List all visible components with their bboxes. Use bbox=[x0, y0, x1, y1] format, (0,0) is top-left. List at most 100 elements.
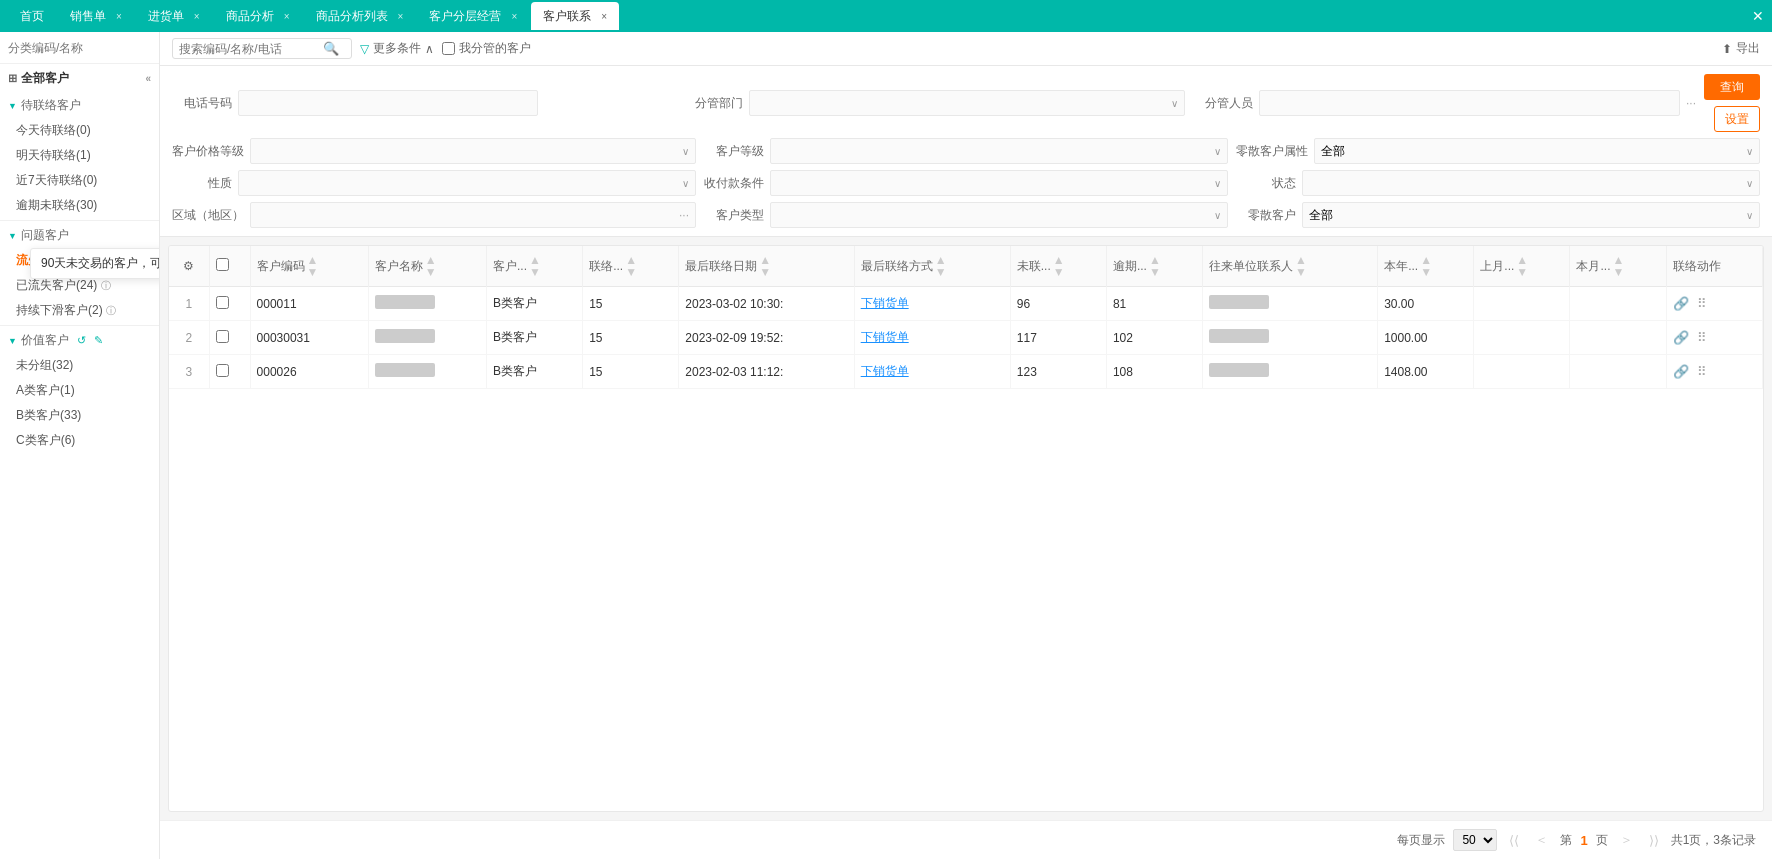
nav-tab-customer-contact[interactable]: 客户联系 × bbox=[531, 2, 619, 30]
row-2-overdue: 102 bbox=[1106, 321, 1202, 355]
row-3-lastmethod[interactable]: 下销货单 bbox=[854, 355, 1010, 389]
row-3-actions: 🔗 ⠿ bbox=[1666, 355, 1762, 389]
nav-home[interactable]: 首页 bbox=[8, 8, 56, 25]
sort-unlinkd-icon[interactable]: ▲▼ bbox=[1053, 254, 1065, 278]
sidebar-item-class-c[interactable]: C类客户(6) bbox=[0, 428, 159, 453]
person-select[interactable] bbox=[1259, 90, 1680, 116]
my-customers-checkbox-label[interactable]: 我分管的客户 bbox=[442, 40, 531, 57]
sidebar-all-customers[interactable]: ⊞ 全部客户 « bbox=[0, 64, 159, 93]
sidebar-group-value[interactable]: ▼ 价值客户 ↺ ✎ bbox=[0, 328, 159, 353]
query-button[interactable]: 查询 bbox=[1704, 74, 1760, 100]
row-2-more-icon[interactable]: ⠿ bbox=[1697, 330, 1707, 345]
export-btn[interactable]: ⬆ 导出 bbox=[1722, 40, 1760, 57]
row-1-action-icons: 🔗 ⠿ bbox=[1673, 296, 1756, 311]
sort-cp-icon[interactable]: ▲▼ bbox=[1295, 254, 1307, 278]
main-search-input[interactable] bbox=[179, 42, 319, 56]
sidebar-collapse-icon[interactable]: « bbox=[145, 73, 151, 84]
select-all-checkbox[interactable] bbox=[216, 258, 229, 271]
payment-select[interactable]: ∨ bbox=[770, 170, 1228, 196]
sidebar-item-class-b[interactable]: B类客户(33) bbox=[0, 403, 159, 428]
row-1-link-icon[interactable]: 🔗 bbox=[1673, 296, 1689, 311]
page-next-btn[interactable]: ＞ bbox=[1616, 829, 1637, 851]
payment-label: 收付款条件 bbox=[704, 175, 764, 192]
sidebar-item-class-a[interactable]: A类客户(1) bbox=[0, 378, 159, 403]
page-size-select[interactable]: 50 bbox=[1453, 829, 1497, 851]
nav-tab-analysis[interactable]: 商品分析 × bbox=[214, 2, 302, 30]
person-more-icon[interactable]: ··· bbox=[1686, 96, 1696, 110]
row-3-lastmonth bbox=[1474, 355, 1570, 389]
sidebar-item-overdue[interactable]: 逾期未联络(30) bbox=[0, 193, 159, 218]
row-1-more-icon[interactable]: ⠿ bbox=[1697, 296, 1707, 311]
nav-tab-sales[interactable]: 销售单 × bbox=[58, 2, 134, 30]
dept-select[interactable]: ∨ bbox=[749, 90, 1186, 116]
sort-thisyear-icon[interactable]: ▲▼ bbox=[1420, 254, 1432, 278]
checkbox-column bbox=[209, 246, 250, 287]
sidebar-group-problem[interactable]: ▼ 问题客户 90天未交易的客户，可能有流失风险。 bbox=[0, 223, 159, 248]
refresh-icon[interactable]: ↺ bbox=[77, 334, 86, 347]
nav-tab-purchase[interactable]: 进货单 × bbox=[136, 2, 212, 30]
zero-customer-select[interactable]: 全部 ∨ bbox=[1302, 202, 1760, 228]
row-3-link-icon[interactable]: 🔗 bbox=[1673, 364, 1689, 379]
close-tab-customer-layer[interactable]: × bbox=[511, 11, 517, 22]
gear-column[interactable]: ⚙ bbox=[169, 246, 209, 287]
row-2-link-icon[interactable]: 🔗 bbox=[1673, 330, 1689, 345]
sidebar-search-input[interactable] bbox=[8, 41, 158, 55]
sort-name-icon[interactable]: ▲▼ bbox=[425, 254, 437, 278]
sort-contact-icon[interactable]: ▲▼ bbox=[625, 254, 637, 278]
close-app-button[interactable]: ✕ bbox=[1752, 8, 1764, 24]
row-1-lastmethod[interactable]: 下销货单 bbox=[854, 287, 1010, 321]
row-3-more-icon[interactable]: ⠿ bbox=[1697, 364, 1707, 379]
status-select[interactable]: ∨ bbox=[1302, 170, 1760, 196]
my-customers-checkbox[interactable] bbox=[442, 42, 455, 55]
page-first-btn[interactable]: ⟨⟨ bbox=[1505, 831, 1523, 850]
nav-tab-analysis-list[interactable]: 商品分析列表 × bbox=[304, 2, 416, 30]
status-arrow-icon: ∨ bbox=[1746, 178, 1753, 189]
row-3-select[interactable] bbox=[216, 364, 229, 377]
close-tab-sales[interactable]: × bbox=[116, 11, 122, 22]
row-3-contactperson bbox=[1203, 355, 1378, 389]
sidebar-item-tomorrow[interactable]: 明天待联络(1) bbox=[0, 143, 159, 168]
filter-row-4: 区域（地区） ··· 客户类型 ∨ 零散客户 全部 bbox=[172, 202, 1760, 228]
sort-lastdate-icon[interactable]: ▲▼ bbox=[759, 254, 771, 278]
main-search-icon[interactable]: 🔍 bbox=[323, 41, 339, 56]
col-overdue: 逾期... ▲▼ bbox=[1106, 246, 1202, 287]
row-2-code: 00030031 bbox=[250, 321, 368, 355]
sidebar-item-today[interactable]: 今天待联络(0) bbox=[0, 118, 159, 143]
page-prev-btn[interactable]: ＜ bbox=[1531, 829, 1552, 851]
price-grade-select[interactable]: ∨ bbox=[250, 138, 696, 164]
gender-select[interactable]: ∨ bbox=[238, 170, 696, 196]
customer-type-select[interactable]: ∨ bbox=[770, 202, 1228, 228]
sort-lastmonth-icon[interactable]: ▲▼ bbox=[1516, 254, 1528, 278]
sort-code-icon[interactable]: ▲▼ bbox=[307, 254, 319, 278]
nav-tab-customer-layer[interactable]: 客户分层经营 × bbox=[417, 2, 529, 30]
sort-thismonth-icon[interactable]: ▲▼ bbox=[1612, 254, 1624, 278]
main-layout: 🔍 ⊞ 全部客户 « ▼ 待联络客户 今天待联络(0) 明天待联络(1) 近7天… bbox=[0, 32, 1772, 859]
table-row: 2 00030031 B类客户 15 2023-02-09 19:52: 下销货… bbox=[169, 321, 1763, 355]
phone-input[interactable] bbox=[238, 90, 538, 116]
setting-button[interactable]: 设置 bbox=[1714, 106, 1760, 132]
close-tab-analysis[interactable]: × bbox=[284, 11, 290, 22]
sidebar-item-7days[interactable]: 近7天待联络(0) bbox=[0, 168, 159, 193]
sort-lastmethod-icon[interactable]: ▲▼ bbox=[935, 254, 947, 278]
zero-attr-select[interactable]: 全部 ∨ bbox=[1314, 138, 1760, 164]
page-last-btn[interactable]: ⟩⟩ bbox=[1645, 831, 1663, 850]
close-tab-purchase[interactable]: × bbox=[194, 11, 200, 22]
close-tab-analysis-list[interactable]: × bbox=[398, 11, 404, 22]
row-1-select[interactable] bbox=[216, 296, 229, 309]
customer-type-label: 客户类型 bbox=[704, 207, 764, 224]
sidebar-item-declining[interactable]: 持续下滑客户(2) ⓘ bbox=[0, 298, 159, 323]
customer-grade-label: 客户等级 bbox=[704, 143, 764, 160]
sidebar-item-ungrouped[interactable]: 未分组(32) bbox=[0, 353, 159, 378]
region-select[interactable]: ··· bbox=[250, 202, 696, 228]
sort-overdue-icon[interactable]: ▲▼ bbox=[1149, 254, 1161, 278]
sidebar-group-pending[interactable]: ▼ 待联络客户 bbox=[0, 93, 159, 118]
customer-grade-select[interactable]: ∨ bbox=[770, 138, 1228, 164]
row-2-select[interactable] bbox=[216, 330, 229, 343]
close-tab-customer-contact[interactable]: × bbox=[601, 11, 607, 22]
sort-type-icon[interactable]: ▲▼ bbox=[529, 254, 541, 278]
edit-icon[interactable]: ✎ bbox=[94, 334, 103, 347]
filter-more-btn[interactable]: ▽ 更多条件 ∧ bbox=[360, 40, 434, 57]
row-1-actions: 🔗 ⠿ bbox=[1666, 287, 1762, 321]
region-more-icon[interactable]: ··· bbox=[679, 208, 689, 222]
row-2-lastmethod[interactable]: 下销货单 bbox=[854, 321, 1010, 355]
